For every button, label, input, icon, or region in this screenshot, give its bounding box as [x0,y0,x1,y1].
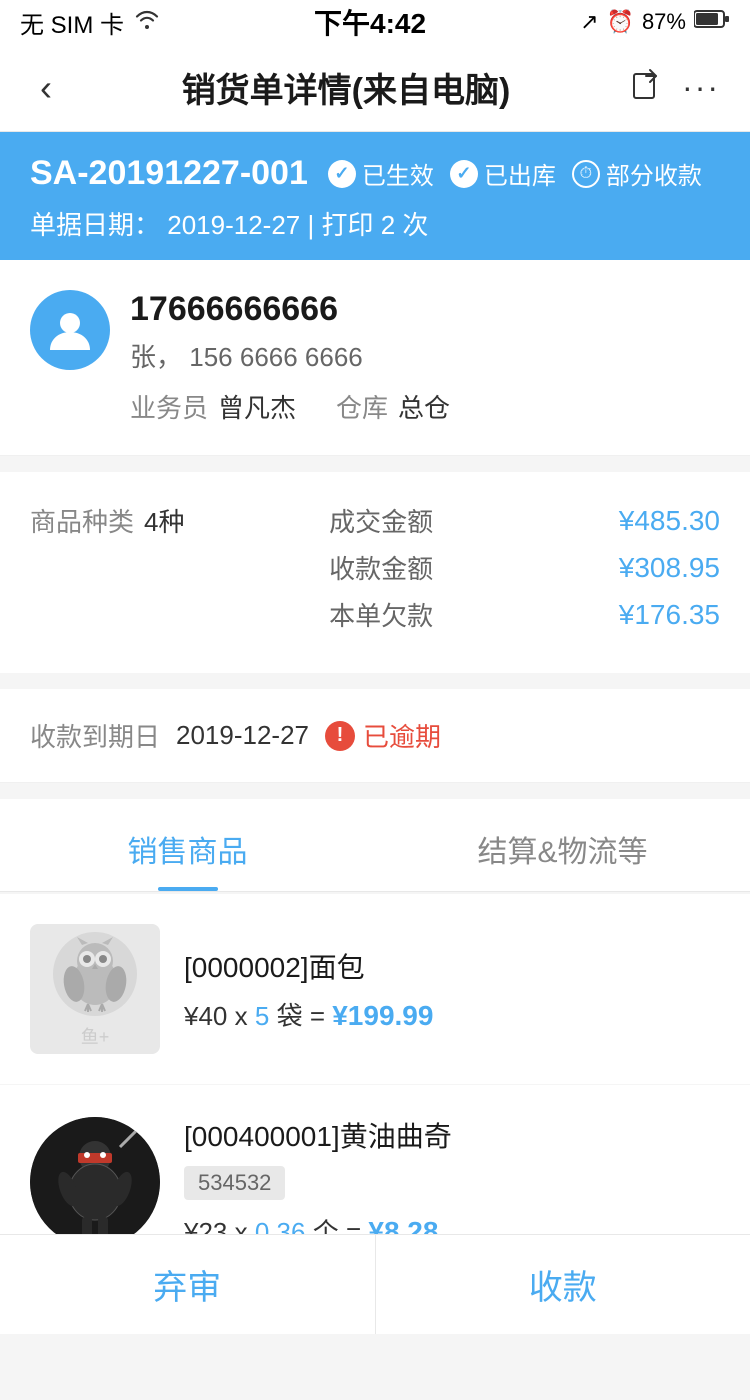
amount-row: 成交金额 ¥485.30 [329,502,720,539]
due-section: 收款到期日 2019-12-27 ! 已逾期 [0,689,750,783]
check-icon-1: ✓ [328,160,356,188]
overdue-badge: ! 已逾期 [325,717,441,754]
order-id: SA-20191227-001 [30,154,308,193]
wifi-icon [134,8,160,36]
product-info-2: [000400001]黄油曲奇 534532 ¥23 x 0.36 个 = ¥8… [184,1115,720,1249]
stats-right: 成交金额 ¥485.30 收款金额 ¥308.95 本单欠款 ¥176.35 [329,502,720,643]
cancel-audit-button[interactable]: 弃审 [0,1235,376,1334]
check-icon-2: ✓ [450,160,478,188]
status-badges: ✓ 已生效 ✓ 已出库 ⏱ 部分收款 [328,156,702,191]
nav-bar: ‹ 销货单详情(来自电脑) ··· [0,44,750,132]
tab-settlement[interactable]: 结算&物流等 [375,799,750,891]
stats-section: 商品种类 4种 成交金额 ¥485.30 收款金额 ¥308.95 本单欠款 ¥… [0,472,750,673]
alarm-icon: ⏰ [607,9,634,35]
product-name-2: [000400001]黄油曲奇 [184,1115,720,1155]
status-left: 无 SIM 卡 [20,5,160,40]
stats-left: 商品种类 4种 [30,502,309,643]
debt-row: 本单欠款 ¥176.35 [329,596,720,633]
product-badge: 534532 [184,1166,285,1200]
product-image-1: 鱼+ [30,924,160,1054]
product-info-1: [0000002]面包 ¥40 x 5 袋 = ¥199.99 [184,946,720,1033]
warehouse-item: 仓库 总仓 [336,388,450,425]
customer-info: 17666666666 张， 156 6666 6666 业务员 曾凡杰 仓库 … [130,290,720,425]
battery-percent: 87% [642,9,686,35]
overdue-icon: ! [325,721,355,751]
share-icon[interactable] [630,68,662,107]
avatar [30,290,110,370]
battery-icon [694,9,730,35]
clock-icon: ⏱ [572,160,600,188]
status-badge-shipped: ✓ 已出库 [450,156,556,191]
status-right: ↗ ⏰ 87% [580,9,730,35]
customer-phone: 张， 156 6666 6666 [130,337,720,374]
back-button[interactable]: ‹ [30,57,62,119]
tab-sales-products[interactable]: 销售商品 [0,799,375,891]
status-badge-partial: ⏱ 部分收款 [572,156,702,191]
location-icon: ↗ [580,9,598,35]
salesperson-item: 业务员 曾凡杰 [130,388,296,425]
list-item: 鱼+ [0000002]面包 ¥40 x 5 袋 = ¥199.99 [0,894,750,1085]
products-section: 鱼+ [0000002]面包 ¥40 x 5 袋 = ¥199.99 [0,894,750,1280]
page-title: 销货单详情(来自电脑) [62,63,630,112]
customer-section: 17666666666 张， 156 6666 6666 业务员 曾凡杰 仓库 … [0,260,750,456]
order-meta: 单据日期： 2019-12-27 | 打印 2 次 [30,205,720,242]
bottom-bar: 弃审 收款 [0,1234,750,1334]
tabs-section: 销售商品 结算&物流等 [0,799,750,892]
collect-payment-button[interactable]: 收款 [376,1235,750,1334]
payment-row: 收款金额 ¥308.95 [329,549,720,586]
status-bar: 无 SIM 卡 下午4:42 ↗ ⏰ 87% [0,0,750,44]
order-header: SA-20191227-001 ✓ 已生效 ✓ 已出库 ⏱ 部分收款 单据日期：… [0,132,750,260]
product-price-1: ¥40 x 5 袋 = ¥199.99 [184,996,720,1033]
status-badge-effective: ✓ 已生效 [328,156,434,191]
product-image-2: advanced [30,1117,160,1247]
product-name-1: [0000002]面包 [184,946,720,986]
time-label: 下午4:42 [314,2,426,42]
nav-actions: ··· [630,68,720,107]
customer-meta: 业务员 曾凡杰 仓库 总仓 [130,388,720,425]
customer-id: 17666666666 [130,290,720,329]
more-icon[interactable]: ··· [682,69,720,106]
carrier-label: 无 SIM 卡 [20,5,124,40]
product-owl-icon: 鱼+ [30,924,160,1054]
